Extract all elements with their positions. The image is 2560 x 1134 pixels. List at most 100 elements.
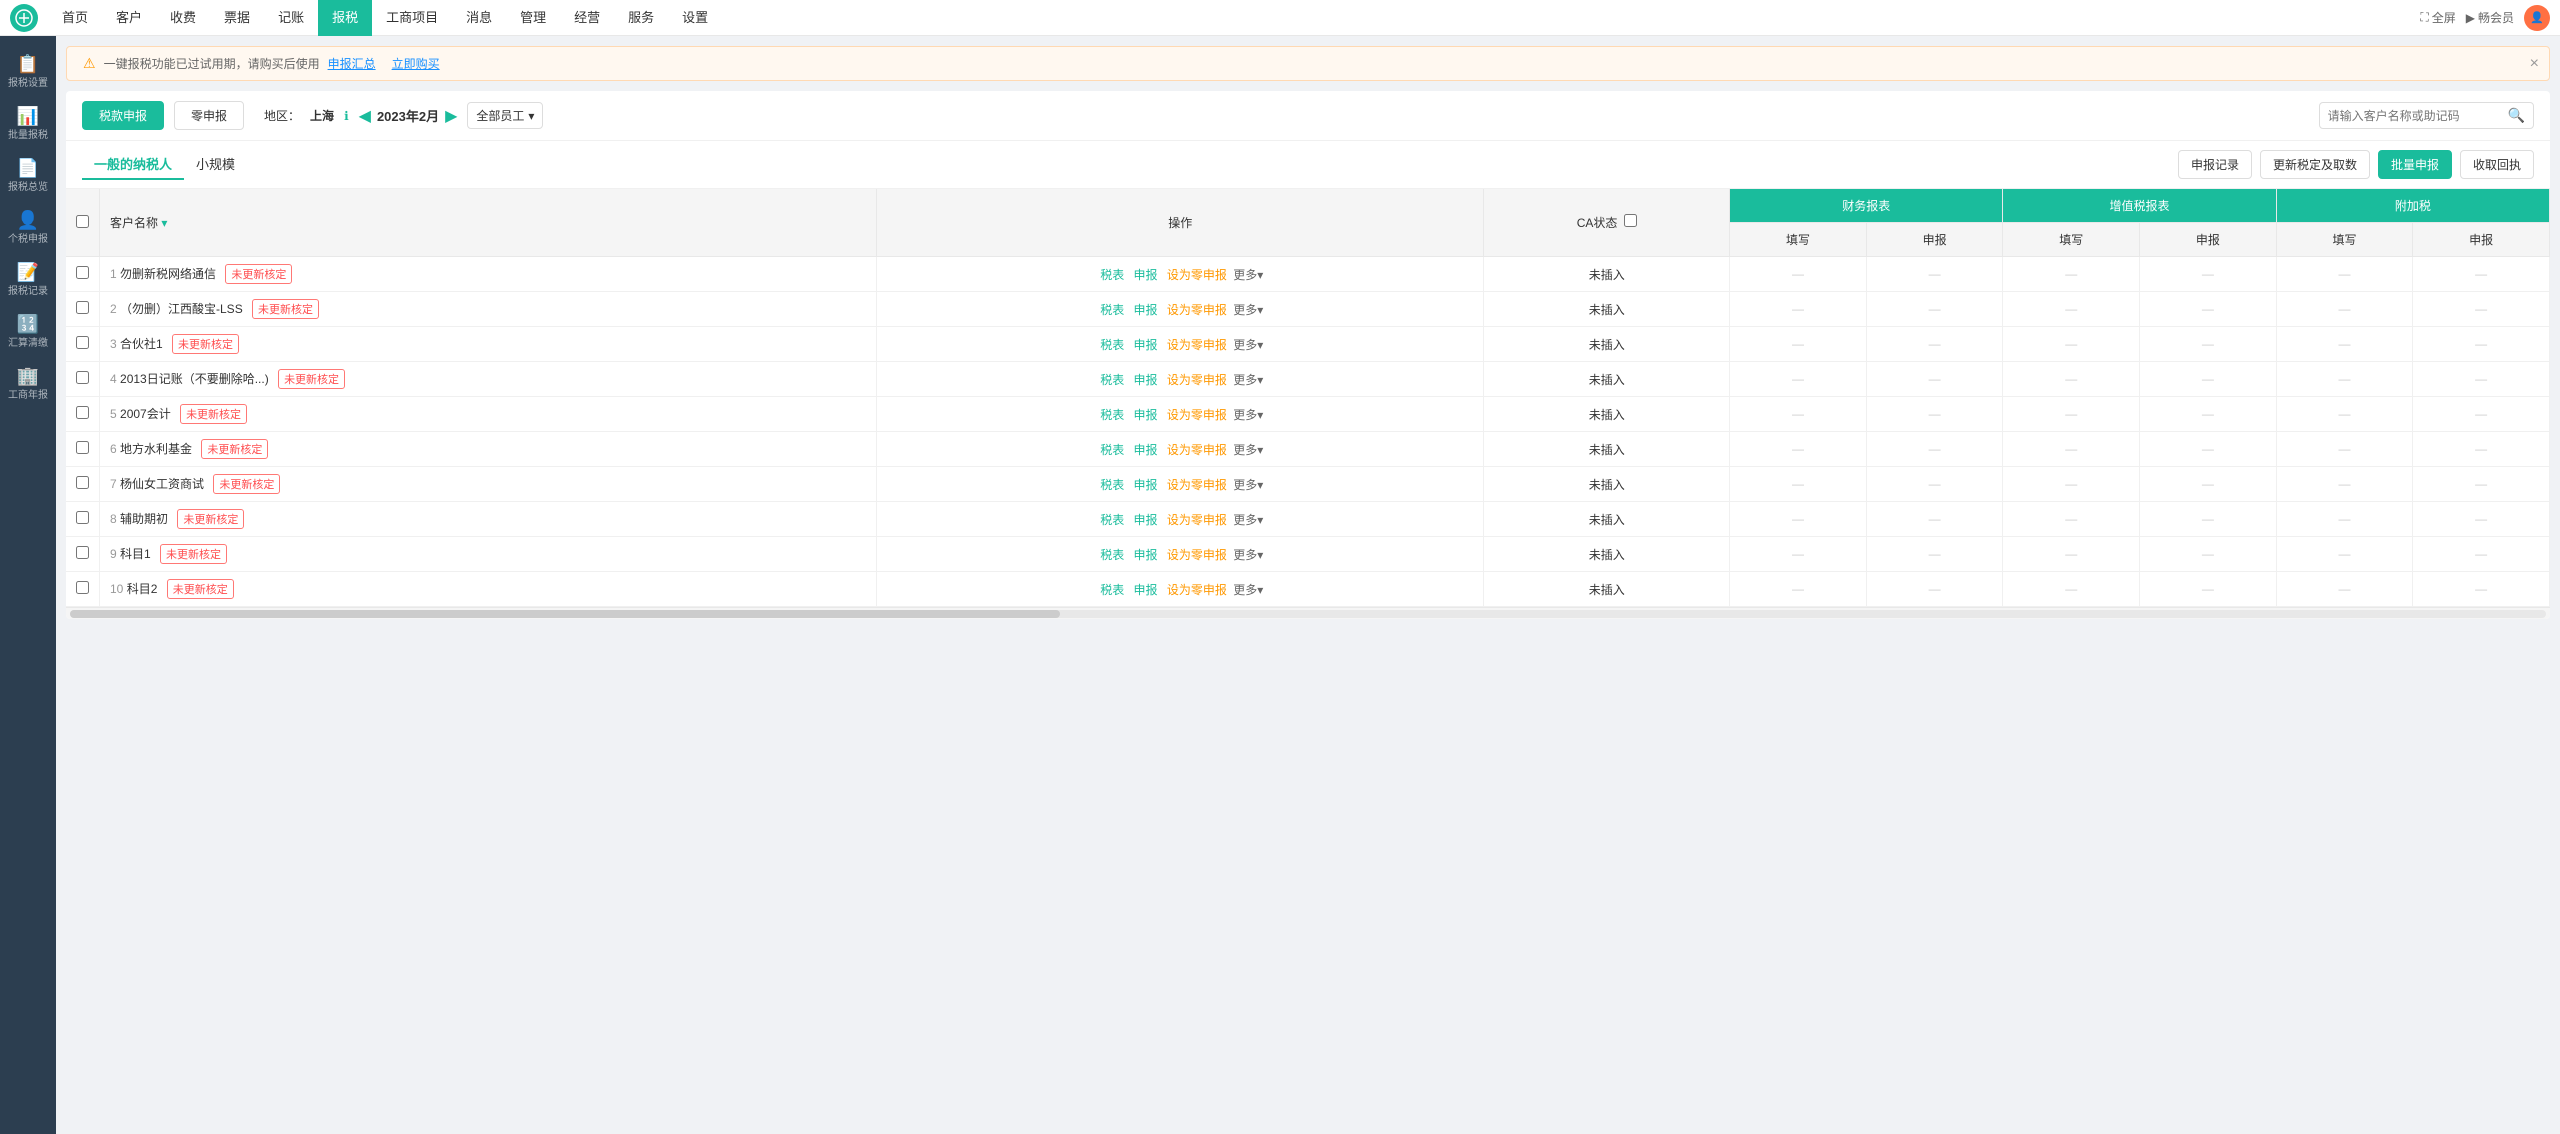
- op-declare[interactable]: 申报: [1134, 303, 1158, 317]
- row-checkbox[interactable]: [76, 336, 89, 349]
- row-checkbox[interactable]: [76, 266, 89, 279]
- op-set-zero[interactable]: 设为零申报: [1167, 443, 1227, 457]
- row-checkbox[interactable]: [76, 511, 89, 524]
- op-more[interactable]: 更多▾: [1233, 548, 1263, 562]
- row-checkbox[interactable]: [76, 546, 89, 559]
- op-tax-table[interactable]: 税表: [1100, 513, 1124, 527]
- th-tax-submit: 申报: [2140, 223, 2277, 257]
- op-tax-table[interactable]: 税表: [1100, 303, 1124, 317]
- op-set-zero[interactable]: 设为零申报: [1167, 408, 1227, 422]
- tab-tax-declaration[interactable]: 税款申报: [82, 101, 164, 130]
- op-set-zero[interactable]: 设为零申报: [1167, 338, 1227, 352]
- select-all-checkbox[interactable]: [76, 215, 89, 228]
- op-tax-table[interactable]: 税表: [1100, 338, 1124, 352]
- row-checkbox[interactable]: [76, 406, 89, 419]
- sort-icon[interactable]: ▾: [161, 216, 167, 230]
- op-declare[interactable]: 申报: [1134, 513, 1158, 527]
- sidebar-item-tax-overview[interactable]: 📄 报税总览: [0, 150, 56, 202]
- region-info-icon[interactable]: ℹ: [344, 109, 349, 123]
- department-selector[interactable]: 全部员工 ▾: [467, 102, 543, 129]
- op-declare[interactable]: 申报: [1134, 478, 1158, 492]
- nav-fee[interactable]: 收费: [156, 0, 210, 36]
- sub-tab-general[interactable]: 一般的纳税人: [82, 149, 184, 180]
- op-declare[interactable]: 申报: [1134, 268, 1158, 282]
- banner-link-buy[interactable]: 立即购买: [392, 55, 440, 72]
- row-checkbox[interactable]: [76, 301, 89, 314]
- search-icon[interactable]: 🔍: [2508, 107, 2525, 124]
- row-checkbox[interactable]: [76, 371, 89, 384]
- op-set-zero[interactable]: 设为零申报: [1167, 583, 1227, 597]
- row-finance-submit: —: [1866, 397, 2003, 432]
- op-tax-table[interactable]: 税表: [1100, 408, 1124, 422]
- op-more[interactable]: 更多▾: [1233, 583, 1263, 597]
- table-row: 3 合伙社1 未更新核定 税表 申报 设为零申报 更多▾ 未插入 — — — —…: [66, 327, 2550, 362]
- search-input[interactable]: [2328, 109, 2508, 123]
- sub-tab-small[interactable]: 小规模: [184, 149, 247, 180]
- op-set-zero[interactable]: 设为零申报: [1167, 478, 1227, 492]
- prev-month-button[interactable]: ◀: [359, 106, 371, 126]
- ca-status-checkbox[interactable]: [1624, 214, 1637, 227]
- op-set-zero[interactable]: 设为零申报: [1167, 303, 1227, 317]
- status-badge: 未更新核定: [177, 509, 244, 529]
- nav-operation[interactable]: 经营: [560, 0, 614, 36]
- premium-button[interactable]: ▶ 畅会员: [2466, 9, 2514, 26]
- row-tax-fill: —: [2003, 397, 2140, 432]
- op-more[interactable]: 更多▾: [1233, 478, 1263, 492]
- op-tax-table[interactable]: 税表: [1100, 268, 1124, 282]
- op-more[interactable]: 更多▾: [1233, 408, 1263, 422]
- row-checkbox[interactable]: [76, 581, 89, 594]
- op-more[interactable]: 更多▾: [1233, 443, 1263, 457]
- sidebar-item-personal-tax[interactable]: 👤 个税申报: [0, 202, 56, 254]
- nav-client[interactable]: 客户: [102, 0, 156, 36]
- op-tax-table[interactable]: 税表: [1100, 583, 1124, 597]
- app-logo: [10, 4, 38, 32]
- nav-tax[interactable]: 报税: [318, 0, 372, 36]
- row-checkbox[interactable]: [76, 441, 89, 454]
- op-declare[interactable]: 申报: [1134, 408, 1158, 422]
- next-month-button[interactable]: ▶: [445, 106, 457, 126]
- op-set-zero[interactable]: 设为零申报: [1167, 513, 1227, 527]
- update-tax-button[interactable]: 更新税定及取数: [2260, 150, 2370, 179]
- sidebar-item-tax-record[interactable]: 📝 报税记录: [0, 254, 56, 306]
- nav-home[interactable]: 首页: [48, 0, 102, 36]
- op-more[interactable]: 更多▾: [1233, 268, 1263, 282]
- op-tax-table[interactable]: 税表: [1100, 478, 1124, 492]
- row-checkbox[interactable]: [76, 476, 89, 489]
- nav-settings[interactable]: 设置: [668, 0, 722, 36]
- nav-service[interactable]: 服务: [614, 0, 668, 36]
- op-declare[interactable]: 申报: [1134, 548, 1158, 562]
- fullscreen-button[interactable]: ⛶ 全屏: [2420, 9, 2455, 26]
- nav-invoice[interactable]: 票据: [210, 0, 264, 36]
- sidebar-item-batch-tax[interactable]: 📊 批量报税: [0, 98, 56, 150]
- op-set-zero[interactable]: 设为零申报: [1167, 268, 1227, 282]
- sidebar-item-tax-settings[interactable]: 📋 报税设置: [0, 46, 56, 98]
- sidebar-item-annual-report[interactable]: 🏢 工商年报: [0, 358, 56, 410]
- op-declare[interactable]: 申报: [1134, 583, 1158, 597]
- banner-link-summary[interactable]: 申报汇总: [328, 55, 376, 72]
- op-set-zero[interactable]: 设为零申报: [1167, 548, 1227, 562]
- op-more[interactable]: 更多▾: [1233, 303, 1263, 317]
- op-declare[interactable]: 申报: [1134, 443, 1158, 457]
- op-more[interactable]: 更多▾: [1233, 373, 1263, 387]
- op-tax-table[interactable]: 税表: [1100, 373, 1124, 387]
- op-declare[interactable]: 申报: [1134, 338, 1158, 352]
- op-tax-table[interactable]: 税表: [1100, 548, 1124, 562]
- op-set-zero[interactable]: 设为零申报: [1167, 373, 1227, 387]
- batch-declaration-button[interactable]: 批量申报: [2378, 150, 2452, 179]
- banner-close-button[interactable]: ×: [2530, 55, 2539, 73]
- collect-receipt-button[interactable]: 收取回执: [2460, 150, 2534, 179]
- nav-manage[interactable]: 管理: [506, 0, 560, 36]
- horizontal-scrollbar[interactable]: [66, 607, 2550, 619]
- tab-zero-declaration[interactable]: 零申报: [174, 101, 244, 130]
- nav-accounting[interactable]: 记账: [264, 0, 318, 36]
- op-more[interactable]: 更多▾: [1233, 338, 1263, 352]
- op-more[interactable]: 更多▾: [1233, 513, 1263, 527]
- sidebar-label-settlement: 汇算清缴: [8, 338, 48, 350]
- op-declare[interactable]: 申报: [1134, 373, 1158, 387]
- sidebar-item-settlement[interactable]: 🔢 汇算清缴: [0, 306, 56, 358]
- op-tax-table[interactable]: 税表: [1100, 443, 1124, 457]
- declaration-record-button[interactable]: 申报记录: [2178, 150, 2252, 179]
- user-avatar[interactable]: 👤: [2524, 5, 2550, 31]
- nav-business[interactable]: 工商项目: [372, 0, 452, 36]
- nav-message[interactable]: 消息: [452, 0, 506, 36]
